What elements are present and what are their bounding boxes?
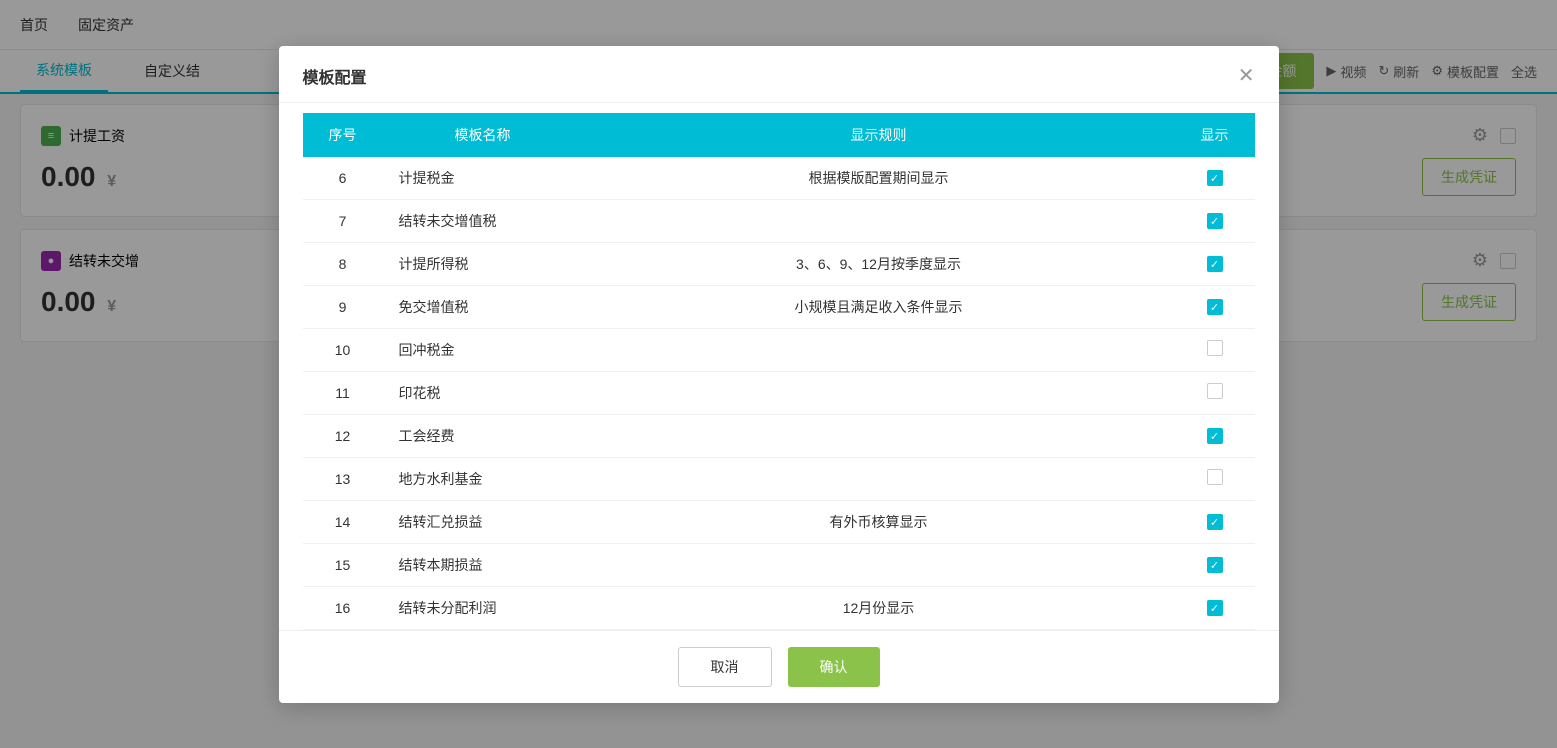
modal-close-button[interactable]: ✕: [1238, 66, 1255, 86]
cell-name: 免交增值税: [383, 285, 583, 328]
table-row: 10回冲税金: [303, 328, 1255, 371]
cell-rule: [583, 457, 1175, 500]
cell-name: 结转本期损益: [383, 543, 583, 586]
cell-rule: 3、6、9、12月按季度显示: [583, 242, 1175, 285]
cell-index: 16: [303, 586, 383, 629]
checkbox-7[interactable]: ✓: [1207, 213, 1223, 229]
template-config-modal: 模板配置 ✕ 序号 模板名称 显示规则 显示 6计提税金根据模版配置期间显示✓7…: [279, 46, 1279, 703]
table-row: 14结转汇兑损益有外币核算显示 ✓: [303, 500, 1255, 543]
cell-rule: [583, 371, 1175, 414]
cell-name: 地方水利基金: [383, 457, 583, 500]
cell-rule: 小规模且满足收入条件显示: [583, 285, 1175, 328]
col-header-name: 模板名称: [383, 113, 583, 157]
col-header-rule: 显示规则: [583, 113, 1175, 157]
cell-display[interactable]: ✓: [1175, 157, 1255, 200]
checkbox-6[interactable]: ✓: [1207, 170, 1223, 186]
checkbox-9[interactable]: ✓: [1207, 299, 1223, 315]
config-table: 序号 模板名称 显示规则 显示 6计提税金根据模版配置期间显示✓7结转未交增值税…: [303, 113, 1255, 630]
cell-index: 15: [303, 543, 383, 586]
checkbox-16[interactable]: ✓: [1207, 600, 1223, 616]
cell-name: 印花税: [383, 371, 583, 414]
cell-rule: 有外币核算显示: [583, 500, 1175, 543]
cell-rule: [583, 414, 1175, 457]
cell-display[interactable]: [1175, 371, 1255, 414]
cell-display[interactable]: ✓: [1175, 586, 1255, 629]
cell-name: 计提所得税: [383, 242, 583, 285]
cell-index: 8: [303, 242, 383, 285]
modal-overlay: 模板配置 ✕ 序号 模板名称 显示规则 显示 6计提税金根据模版配置期间显示✓7…: [0, 0, 1557, 748]
cell-index: 12: [303, 414, 383, 457]
table-row: 6计提税金根据模版配置期间显示 ✓: [303, 157, 1255, 200]
confirm-button[interactable]: 确认: [788, 647, 880, 687]
cell-display[interactable]: ✓: [1175, 543, 1255, 586]
cell-index: 6: [303, 157, 383, 200]
cell-display[interactable]: [1175, 457, 1255, 500]
modal-body: 序号 模板名称 显示规则 显示 6计提税金根据模版配置期间显示✓7结转未交增值税…: [279, 103, 1279, 630]
checkbox-15[interactable]: ✓: [1207, 557, 1223, 573]
cell-name: 结转未交增值税: [383, 199, 583, 242]
cell-display[interactable]: ✓: [1175, 414, 1255, 457]
cell-index: 7: [303, 199, 383, 242]
table-row: 9免交增值税小规模且满足收入条件显示 ✓: [303, 285, 1255, 328]
cell-index: 10: [303, 328, 383, 371]
checkbox-11[interactable]: [1207, 383, 1223, 399]
cell-display[interactable]: ✓: [1175, 285, 1255, 328]
table-row: 8计提所得税3、6、9、12月按季度显示 ✓: [303, 242, 1255, 285]
table-row: 7结转未交增值税 ✓: [303, 199, 1255, 242]
col-header-display: 显示: [1175, 113, 1255, 157]
cell-rule: [583, 328, 1175, 371]
col-header-index: 序号: [303, 113, 383, 157]
cell-name: 计提税金: [383, 157, 583, 200]
checkbox-8[interactable]: ✓: [1207, 256, 1223, 272]
modal-title: 模板配置: [303, 64, 367, 88]
modal-header: 模板配置 ✕: [279, 46, 1279, 103]
cell-index: 9: [303, 285, 383, 328]
cell-name: 回冲税金: [383, 328, 583, 371]
checkbox-13[interactable]: [1207, 469, 1223, 485]
table-row: 13地方水利基金: [303, 457, 1255, 500]
cell-display[interactable]: ✓: [1175, 242, 1255, 285]
table-row: 11印花税: [303, 371, 1255, 414]
cell-display[interactable]: ✓: [1175, 500, 1255, 543]
cancel-button[interactable]: 取消: [678, 647, 772, 687]
cell-rule: 根据模版配置期间显示: [583, 157, 1175, 200]
cell-rule: [583, 199, 1175, 242]
cell-display[interactable]: [1175, 328, 1255, 371]
cell-name: 结转未分配利润: [383, 586, 583, 629]
table-row: 15结转本期损益 ✓: [303, 543, 1255, 586]
cell-index: 14: [303, 500, 383, 543]
checkbox-12[interactable]: ✓: [1207, 428, 1223, 444]
table-row: 16结转未分配利润12月份显示 ✓: [303, 586, 1255, 629]
table-row: 12工会经费 ✓: [303, 414, 1255, 457]
cell-index: 13: [303, 457, 383, 500]
checkbox-14[interactable]: ✓: [1207, 514, 1223, 530]
cell-name: 工会经费: [383, 414, 583, 457]
cell-display[interactable]: ✓: [1175, 199, 1255, 242]
modal-footer: 取消 确认: [279, 630, 1279, 703]
cell-rule: 12月份显示: [583, 586, 1175, 629]
cell-index: 11: [303, 371, 383, 414]
cell-name: 结转汇兑损益: [383, 500, 583, 543]
checkbox-10[interactable]: [1207, 340, 1223, 356]
cell-rule: [583, 543, 1175, 586]
